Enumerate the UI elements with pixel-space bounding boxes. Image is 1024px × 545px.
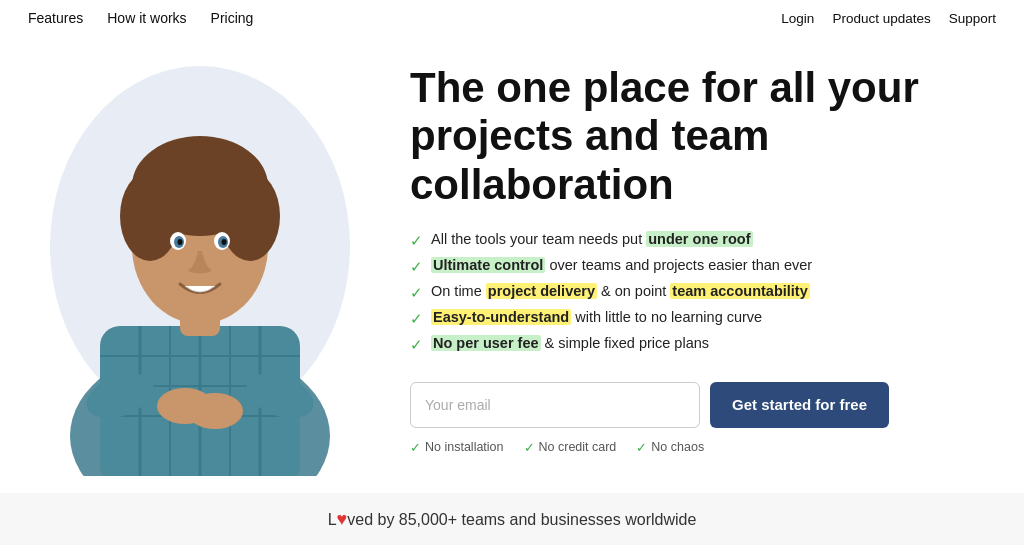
feature-item-3: ✓ On time project delivery & on point te… <box>410 283 984 302</box>
highlight-easy-to-understand: Easy-to-understand <box>431 309 571 325</box>
feature-item-1: ✓ All the tools your team needs put unde… <box>410 231 984 250</box>
nav-left: Features How it works Pricing <box>28 10 253 26</box>
check-icon-3: ✓ <box>410 284 423 302</box>
nav-support[interactable]: Support <box>949 11 996 26</box>
feature-text-1: All the tools your team needs put under … <box>431 231 753 247</box>
feature-text-5: No per user fee & simple fixed price pla… <box>431 335 709 351</box>
check-icon-2: ✓ <box>410 258 423 276</box>
hero-image-area <box>20 36 390 476</box>
svg-point-19 <box>178 239 183 245</box>
trust-badges: ✓ No installation ✓ No credit card ✓ No … <box>410 440 984 455</box>
nav-pricing[interactable]: Pricing <box>211 10 254 26</box>
feature-item-5: ✓ No per user fee & simple fixed price p… <box>410 335 984 354</box>
svg-point-14 <box>220 171 280 261</box>
nav-product-updates[interactable]: Product updates <box>832 11 930 26</box>
feature-text-3: On time project delivery & on point team… <box>431 283 810 299</box>
hero-title: The one place for all your projects and … <box>410 64 970 209</box>
email-input[interactable] <box>410 382 700 428</box>
highlight-under-one-roof: under one roof <box>646 231 752 247</box>
nav-features[interactable]: Features <box>28 10 83 26</box>
nav-right: Login Product updates Support <box>781 11 996 26</box>
tick-icon-3: ✓ <box>636 440 647 455</box>
person-image <box>40 46 360 476</box>
nav-login[interactable]: Login <box>781 11 814 26</box>
svg-point-24 <box>157 388 213 424</box>
trust-no-chaos: ✓ No chaos <box>636 440 704 455</box>
tick-icon-1: ✓ <box>410 440 421 455</box>
heart-icon: ♥ <box>337 509 348 529</box>
svg-point-13 <box>120 171 180 261</box>
trust-no-installation: ✓ No installation <box>410 440 504 455</box>
highlight-team-accountability: team accountability <box>670 283 809 299</box>
check-icon-5: ✓ <box>410 336 423 354</box>
highlight-ultimate-control: Ultimate control <box>431 257 545 273</box>
feature-item-4: ✓ Easy-to-understand with little to no l… <box>410 309 984 328</box>
feature-item-2: ✓ Ultimate control over teams and projec… <box>410 257 984 276</box>
loved-l: L <box>328 511 337 528</box>
cta-row: Get started for free <box>410 382 984 428</box>
hero-content: The one place for all your projects and … <box>390 36 1024 455</box>
trust-no-credit-card: ✓ No credit card <box>524 440 617 455</box>
loved-rest: ved by 85,000+ teams and businesses worl… <box>347 511 696 528</box>
feature-text-2: Ultimate control over teams and projects… <box>431 257 812 273</box>
trust-label-3: No chaos <box>651 440 704 454</box>
svg-point-20 <box>222 239 227 245</box>
check-icon-1: ✓ <box>410 232 423 250</box>
check-icon-4: ✓ <box>410 310 423 328</box>
feature-list: ✓ All the tools your team needs put unde… <box>410 231 984 354</box>
highlight-no-per-user-fee: No per user fee <box>431 335 541 351</box>
feature-text-4: Easy-to-understand with little to no lea… <box>431 309 762 325</box>
trust-label-2: No credit card <box>539 440 617 454</box>
nav-how-it-works[interactable]: How it works <box>107 10 186 26</box>
navbar: Features How it works Pricing Login Prod… <box>0 0 1024 36</box>
loved-strip: L♥ved by 85,000+ teams and businesses wo… <box>0 493 1024 545</box>
tick-icon-2: ✓ <box>524 440 535 455</box>
get-started-button[interactable]: Get started for free <box>710 382 889 428</box>
highlight-project-delivery: project delivery <box>486 283 597 299</box>
loved-text: L♥ved by 85,000+ teams and businesses wo… <box>328 509 697 530</box>
trust-label-1: No installation <box>425 440 504 454</box>
hero-section: The one place for all your projects and … <box>0 36 1024 496</box>
